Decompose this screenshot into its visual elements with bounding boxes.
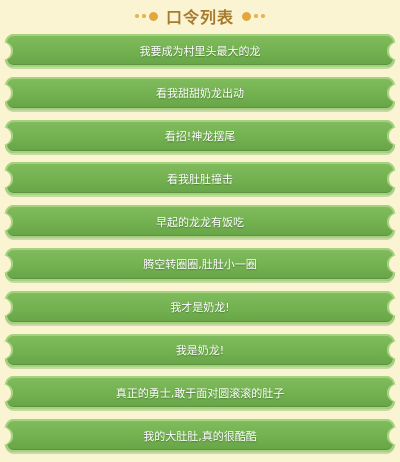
command-button[interactable]: 我是奶龙!: [4, 333, 396, 367]
dot-icon: [254, 14, 258, 18]
dot-icon: [141, 14, 146, 18]
command-label: 看我甜甜奶龙出动: [156, 87, 244, 101]
notch-decoration: [387, 212, 396, 231]
notch-decoration: [4, 41, 13, 60]
command-button[interactable]: 早起的龙龙有饭吃: [4, 205, 396, 239]
notch-decoration: [387, 383, 396, 402]
notch-decoration: [4, 298, 13, 317]
right-dots-decoration: [242, 11, 265, 21]
notch-decoration: [4, 426, 13, 445]
command-button[interactable]: 看招!神龙摆尾: [4, 119, 396, 153]
command-button[interactable]: 腾空转圈圈,肚肚小一圈: [4, 247, 396, 281]
notch-decoration: [4, 212, 13, 231]
notch-decoration: [387, 169, 396, 188]
dot-icon: [242, 11, 251, 21]
command-label: 我是奶龙!: [175, 344, 225, 358]
command-button[interactable]: 我的大肚肚,真的很酷酷: [4, 419, 396, 453]
command-label: 真正的勇士,敢于面对圆滚滚的肚子: [115, 386, 285, 400]
command-label: 我要成为村里头最大的龙: [139, 44, 261, 58]
notch-decoration: [387, 341, 396, 360]
notch-decoration: [4, 84, 13, 103]
notch-decoration: [387, 41, 396, 60]
command-label: 早起的龙龙有饭吃: [156, 215, 244, 229]
command-button[interactable]: 我才是奶龙!: [4, 290, 396, 324]
command-label: 看招!神龙摆尾: [164, 130, 236, 144]
list-header: 口令列表: [0, 0, 400, 32]
notch-decoration: [4, 341, 13, 360]
command-label: 我的大肚肚,真的很酷酷: [143, 429, 257, 443]
command-button[interactable]: 真正的勇士,敢于面对圆滚滚的肚子: [4, 376, 396, 410]
notch-decoration: [387, 255, 396, 274]
notch-decoration: [387, 127, 396, 146]
dot-icon: [261, 14, 265, 18]
notch-decoration: [387, 426, 396, 445]
notch-decoration: [387, 84, 396, 103]
dot-icon: [134, 14, 139, 18]
command-label: 我才是奶龙!: [170, 301, 230, 315]
command-label: 看我肚肚撞击: [167, 172, 233, 186]
notch-decoration: [4, 169, 13, 188]
left-dots-decoration: [134, 11, 158, 21]
dot-icon: [148, 11, 158, 21]
command-list: 我要成为村里头最大的龙 看我甜甜奶龙出动 看招!神龙摆尾 看我肚肚撞击 早起的龙…: [4, 34, 396, 462]
command-button[interactable]: 我要成为村里头最大的龙: [4, 34, 396, 67]
command-button[interactable]: 看我甜甜奶龙出动: [4, 76, 396, 110]
command-button[interactable]: 看我肚肚撞击: [4, 162, 396, 196]
command-label: 腾空转圈圈,肚肚小一圈: [143, 258, 257, 272]
notch-decoration: [4, 255, 13, 274]
page-title: 口令列表: [165, 8, 234, 27]
notch-decoration: [4, 127, 13, 146]
notch-decoration: [4, 383, 13, 402]
notch-decoration: [387, 298, 396, 317]
